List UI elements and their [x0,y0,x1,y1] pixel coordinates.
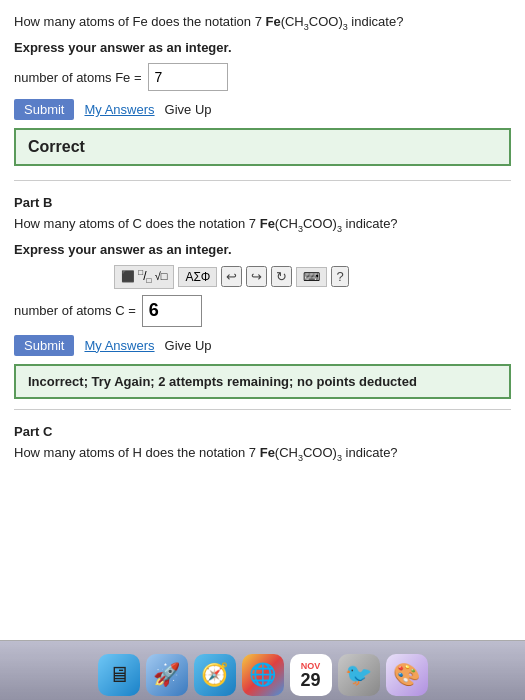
part-b-input-row: number of atoms C = [14,295,511,327]
toolbar-undo-button[interactable]: ↩ [221,266,242,287]
launchpad-icon[interactable]: 🚀 [146,654,188,696]
frac-icon: ⬛ [121,270,135,282]
part-b-submit-button[interactable]: Submit [14,335,74,356]
part-a-my-answers-button[interactable]: My Answers [84,102,154,117]
toolbar-redo-button[interactable]: ↪ [246,266,267,287]
toolbar-help-button[interactable]: ? [331,266,348,287]
dock-calendar[interactable]: NOV 29 [290,654,332,696]
part-a-result-box: Correct [14,128,511,166]
part-b-result-text: Incorrect; Try Again; 2 attempts remaini… [28,374,417,389]
toolbar-sigma-button[interactable]: ΑΣΦ [178,267,217,287]
divider-bc [14,409,511,410]
finder-icon[interactable]: 🖥 [98,654,140,696]
part-a-question: How many atoms of Fe does the notation 7… [14,12,511,34]
toolbar-keyboard-button[interactable]: ⌨ [296,267,327,287]
macos-dock: 🖥 🚀 🧭 🌐 NOV 29 🐦 🎨 [0,640,525,700]
part-a-result-text: Correct [28,138,85,155]
dock-launchpad[interactable]: 🚀 [146,654,188,696]
part-b-express: Express your answer as an integer. [14,242,511,257]
part-a-express: Express your answer as an integer. [14,40,511,55]
part-c-question: How many atoms of H does the notation 7 … [14,443,511,465]
part-b-header: Part B [14,195,511,210]
part-a-answer-input[interactable] [148,63,228,91]
part-a-give-up-button[interactable]: Give Up [165,102,212,117]
math-toolbar: ⬛ □/□ √□ ΑΣΦ ↩ ↪ ↻ ⌨ ? [114,265,511,288]
part-a-submit-button[interactable]: Submit [14,99,74,120]
part-b-section: Part B How many atoms of C does the nota… [14,195,511,398]
chrome-icon[interactable]: 🌐 [242,654,284,696]
part-b-button-row: Submit My Answers Give Up [14,335,511,356]
part-a-button-row: Submit My Answers Give Up [14,99,511,120]
part-c-header: Part C [14,424,511,439]
part-b-give-up-button[interactable]: Give Up [165,338,212,353]
dock-safari[interactable]: 🧭 [194,654,236,696]
part-c-section: Part C How many atoms of H does the nota… [14,424,511,465]
part-b-input-label: number of atoms C = [14,303,136,318]
calendar-icon[interactable]: NOV 29 [290,654,332,696]
part-b-my-answers-button[interactable]: My Answers [84,338,154,353]
part-b-answer-input[interactable] [142,295,202,327]
part-a-section: How many atoms of Fe does the notation 7… [14,12,511,166]
photos-icon[interactable]: 🎨 [386,654,428,696]
main-content: How many atoms of Fe does the notation 7… [0,0,525,640]
dock-photos[interactable]: 🎨 [386,654,428,696]
dock-finder[interactable]: 🖥 [98,654,140,696]
part-a-input-row: number of atoms Fe = [14,63,511,91]
toolbar-refresh-button[interactable]: ↻ [271,266,292,287]
part-b-question: How many atoms of C does the notation 7 … [14,214,511,236]
toolbar-frac-sqrt-button[interactable]: ⬛ □/□ √□ [114,265,174,288]
twitter-icon[interactable]: 🐦 [338,654,380,696]
dock-twitter[interactable]: 🐦 [338,654,380,696]
dock-chrome[interactable]: 🌐 [242,654,284,696]
sqrt-icon: √□ [155,270,168,282]
part-a-input-label: number of atoms Fe = [14,70,142,85]
safari-icon[interactable]: 🧭 [194,654,236,696]
part-b-result-box: Incorrect; Try Again; 2 attempts remaini… [14,364,511,399]
divider-ab [14,180,511,181]
calendar-day: 29 [300,671,320,689]
